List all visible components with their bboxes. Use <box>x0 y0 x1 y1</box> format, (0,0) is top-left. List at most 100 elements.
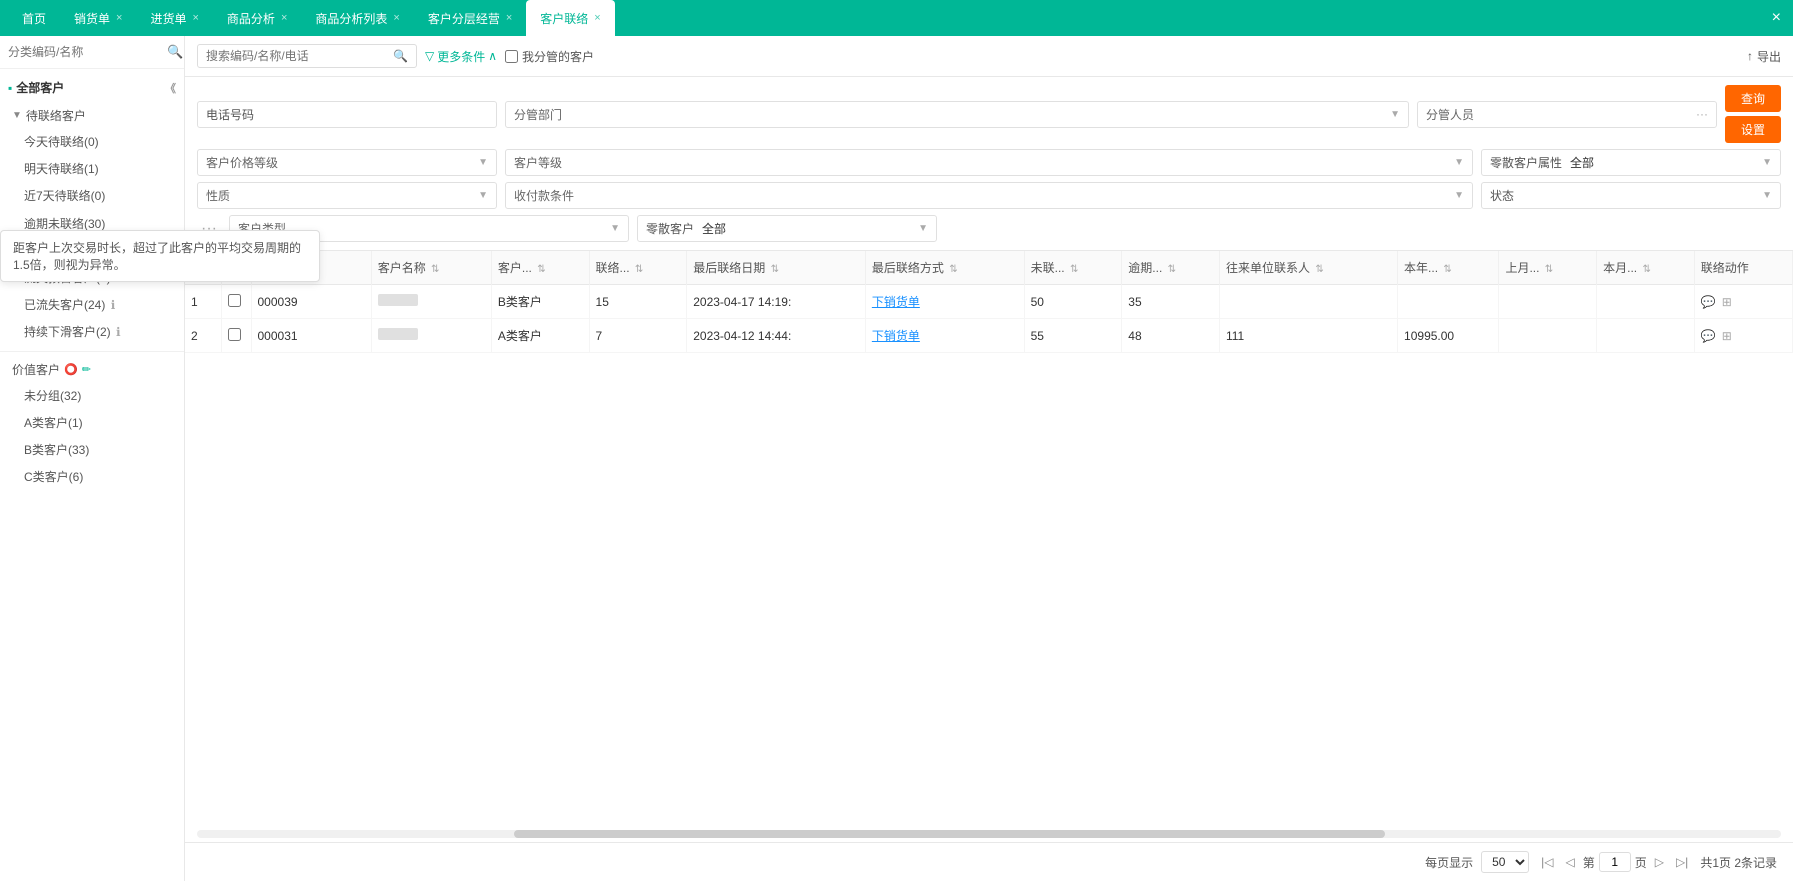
more-conditions-btn[interactable]: ▽ 更多条件 ∧ <box>425 48 497 65</box>
sidebar-item-keep-down[interactable]: 持续下滑客户(2) ℹ <box>0 319 184 346</box>
gender-filter[interactable]: 性质 ▼ <box>197 182 497 209</box>
horizontal-scrollbar[interactable] <box>197 830 1781 838</box>
nav-sales-order-close[interactable]: × <box>116 12 122 24</box>
th-last-month-label: 上月... <box>1505 261 1539 275</box>
sidebar-value-customers-group[interactable]: 价值客户 ⭕ ✏ <box>0 356 184 383</box>
row2-last-contact-method[interactable]: 下销货单 <box>865 319 1024 353</box>
main-layout: 🔍 ▪ 全部客户 《 ▼ 待联络客户 今天待联络(0) 明天待联络(1) 近7天… <box>0 36 1793 881</box>
value-customers-edit-icon[interactable]: ⭕ <box>64 363 78 376</box>
price-level-arrow: ▼ <box>478 157 488 168</box>
row2-last-contact-link[interactable]: 下销货单 <box>872 329 920 343</box>
query-button[interactable]: 查询 <box>1725 85 1781 112</box>
sidebar-item-7days[interactable]: 近7天待联络(0) <box>0 183 184 210</box>
page-number-input[interactable] <box>1599 852 1631 872</box>
next-page-btn[interactable]: ▷ <box>1651 853 1668 871</box>
row1-index: 1 <box>185 285 221 319</box>
first-page-btn[interactable]: |◁ <box>1537 853 1557 871</box>
sidebar-item-class-c[interactable]: C类客户(6) <box>0 464 184 491</box>
per-page-select[interactable]: 50 <box>1481 851 1529 873</box>
row1-code: 000039 <box>251 285 371 319</box>
retail-customer-filter[interactable]: 零散客户 全部 ▼ <box>637 215 937 242</box>
branch-dept-filter[interactable]: 分管部门 ▼ <box>505 101 1409 128</box>
nav-sales-order[interactable]: 销货单 × <box>60 0 136 36</box>
customer-price-level-filter[interactable]: 客户价格等级 ▼ <box>197 149 497 176</box>
nav-product-analysis[interactable]: 商品分析 × <box>213 0 301 36</box>
status-filter[interactable]: 状态 ▼ <box>1481 182 1781 209</box>
nav-purchase-order[interactable]: 进货单 × <box>136 0 212 36</box>
sort-last-contact-date[interactable]: ⇅ <box>771 264 779 275</box>
row2-name-blur <box>378 328 418 340</box>
prev-page-btn[interactable]: ◁ <box>1561 853 1578 871</box>
nav-home[interactable]: 首页 <box>8 0 60 36</box>
sidebar-item-already-lost[interactable]: 已流失客户(24) ℹ <box>0 292 184 319</box>
th-this-month-label: 本月... <box>1603 261 1637 275</box>
table-scroll[interactable]: ⚙ 客户编码 ⇅ 客户名称 ⇅ <box>185 251 1793 826</box>
row1-last-contact-method[interactable]: 下销货单 <box>865 285 1024 319</box>
sort-last-contact-method[interactable]: ⇅ <box>949 264 957 275</box>
nav-purchase-order-close[interactable]: × <box>192 12 198 24</box>
sort-last-month[interactable]: ⇅ <box>1545 264 1553 275</box>
retail-attr-filter[interactable]: 零散客户属性 全部 ▼ <box>1481 149 1781 176</box>
nav-product-analysis-close[interactable]: × <box>281 12 287 24</box>
sidebar: 🔍 ▪ 全部客户 《 ▼ 待联络客户 今天待联络(0) 明天待联络(1) 近7天… <box>0 36 185 881</box>
nav-customer-contact[interactable]: 客户联络 × <box>526 0 614 36</box>
sort-customer-type[interactable]: ⇅ <box>537 264 545 275</box>
customer-level-filter[interactable]: 客户等级 ▼ <box>505 149 1473 176</box>
sidebar-search-input[interactable] <box>8 45 163 59</box>
filter-search-icon[interactable]: 🔍 <box>393 49 408 63</box>
sidebar-item-class-a[interactable]: A类客户(1) <box>0 410 184 437</box>
row1-select-checkbox[interactable] <box>228 294 241 307</box>
sort-not-contacted[interactable]: ⇅ <box>1070 264 1078 275</box>
th-unit-contacts: 往来单位联系人 ⇅ <box>1219 251 1397 285</box>
row1-chat-icon[interactable]: 💬 <box>1701 295 1716 309</box>
last-page-btn[interactable]: ▷| <box>1672 853 1692 871</box>
value-customers-settings-icon[interactable]: ✏ <box>82 363 91 376</box>
top-nav: 首页 销货单 × 进货单 × 商品分析 × 商品分析列表 × 客户分层经营 × … <box>0 0 1793 36</box>
nav-customer-segmentation[interactable]: 客户分层经营 × <box>414 0 526 36</box>
row1-contact-count: 15 <box>589 285 687 319</box>
scrollbar-thumb[interactable] <box>514 830 1385 838</box>
sort-this-month[interactable]: ⇅ <box>1642 264 1650 275</box>
sort-overdue[interactable]: ⇅ <box>1168 264 1176 275</box>
th-actions-label: 联络动作 <box>1701 261 1749 275</box>
sidebar-pending-contact-group[interactable]: ▼ 待联络客户 <box>0 102 184 129</box>
retail-attr-arrow: ▼ <box>1762 157 1772 168</box>
sidebar-collapse-btn[interactable]: 《 <box>165 80 176 96</box>
sort-unit-contacts[interactable]: ⇅ <box>1315 264 1323 275</box>
nav-product-analysis-list-close[interactable]: × <box>393 12 399 24</box>
phone-filter[interactable]: 电话号码 <box>197 101 497 128</box>
row2-select-checkbox[interactable] <box>228 328 241 341</box>
sort-this-year[interactable]: ⇅ <box>1443 264 1451 275</box>
sort-customer-name[interactable]: ⇅ <box>431 264 439 275</box>
row2-more-icon[interactable]: ⊞ <box>1722 329 1732 343</box>
my-customer-checkbox[interactable] <box>505 50 518 63</box>
sidebar-item-unclassified[interactable]: 未分组(32) <box>0 383 184 410</box>
sidebar-item-tomorrow[interactable]: 明天待联络(1) <box>0 156 184 183</box>
th-last-contact-date: 最后联络日期 ⇅ <box>687 251 866 285</box>
row1-more-icon[interactable]: ⊞ <box>1722 295 1732 309</box>
nav-customer-segmentation-close[interactable]: × <box>506 12 512 24</box>
nav-customer-contact-close[interactable]: × <box>594 12 600 24</box>
row2-chat-icon[interactable]: 💬 <box>1701 329 1716 343</box>
settings-button[interactable]: 设置 <box>1725 116 1781 143</box>
filter-search-input[interactable] <box>206 49 389 63</box>
sidebar-search-icon[interactable]: 🔍 <box>167 44 183 60</box>
row1-name-blur <box>378 294 418 306</box>
export-button[interactable]: ↑ 导出 <box>1747 48 1781 65</box>
nav-product-analysis-list[interactable]: 商品分析列表 × <box>301 0 413 36</box>
sidebar-divider <box>0 351 184 352</box>
sidebar-item-class-b[interactable]: B类客户(33) <box>0 437 184 464</box>
sidebar-all-customers-header[interactable]: ▪ 全部客户 《 <box>0 73 184 102</box>
sort-contact-count[interactable]: ⇅ <box>635 264 643 275</box>
row2-checkbox[interactable] <box>221 319 251 353</box>
row2-unit-contacts: 111 <box>1219 319 1397 353</box>
row1-checkbox[interactable] <box>221 285 251 319</box>
row1-last-contact-link[interactable]: 下销货单 <box>872 295 920 309</box>
payment-terms-filter[interactable]: 收付款条件 ▼ <box>505 182 1473 209</box>
retail-customer-arrow: ▼ <box>918 223 928 234</box>
branch-person-more-icon[interactable]: ··· <box>1696 107 1708 121</box>
branch-person-filter[interactable]: 分管人员 ··· <box>1417 101 1717 128</box>
window-close-button[interactable]: × <box>1772 9 1781 27</box>
sidebar-item-today[interactable]: 今天待联络(0) <box>0 129 184 156</box>
my-customer-checkbox-area: 我分管的客户 <box>505 48 594 65</box>
